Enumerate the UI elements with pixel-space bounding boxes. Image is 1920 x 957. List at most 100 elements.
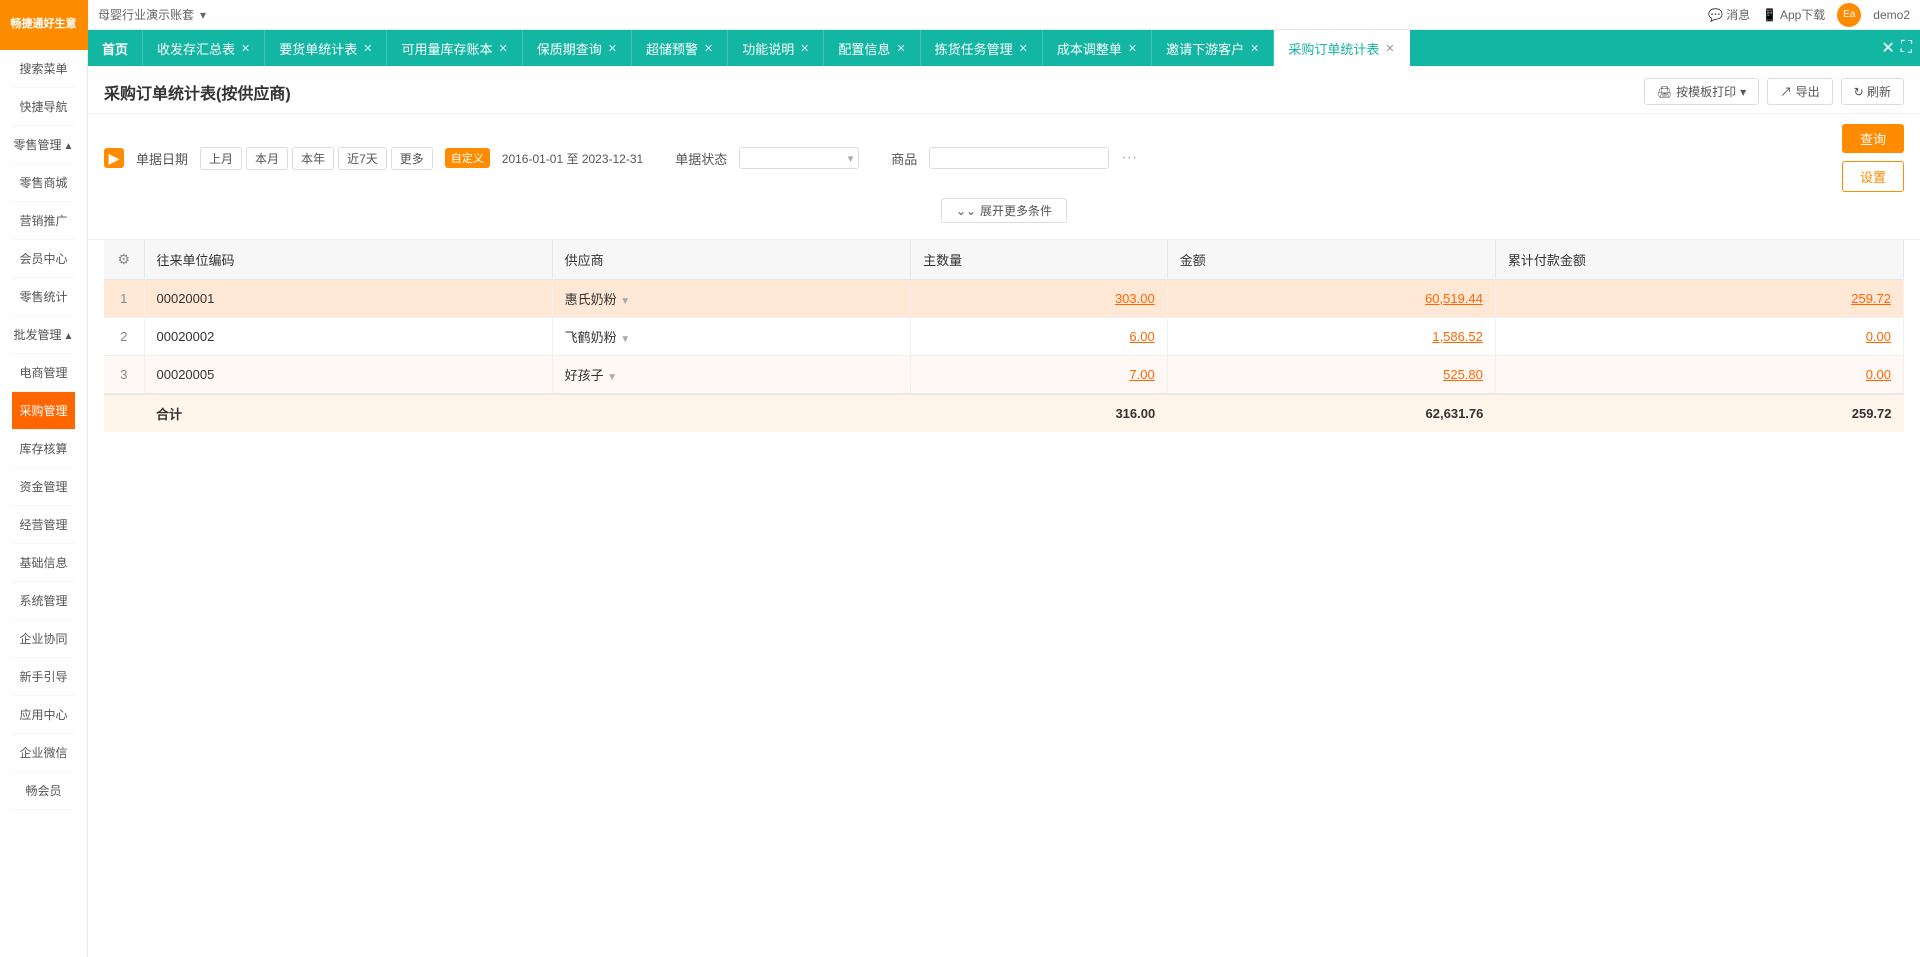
sidebar-arrow-2: ▲ bbox=[64, 141, 74, 152]
maximize-tab-button[interactable]: ⛶ bbox=[1901, 39, 1912, 57]
nav-tab-0[interactable]: 首页 bbox=[88, 30, 143, 66]
settings-button[interactable]: 设置 bbox=[1842, 161, 1904, 192]
status-select-wrap bbox=[739, 147, 859, 169]
sidebar-item-11[interactable]: 资金管理 bbox=[12, 468, 76, 506]
nav-tab-11[interactable]: 采购订单统计表✕ bbox=[1274, 30, 1409, 66]
nav-tab-8[interactable]: 拣货任务管理✕ bbox=[921, 30, 1043, 66]
sidebar-item-label-1: 快捷导航 bbox=[19, 100, 67, 114]
print-icon: 🖨 bbox=[1657, 85, 1672, 99]
sidebar-item-label-19: 畅会员 bbox=[25, 784, 61, 798]
nav-tab-6[interactable]: 功能说明✕ bbox=[728, 30, 824, 66]
row-qty[interactable]: 303.00 bbox=[911, 280, 1168, 318]
sidebar-item-3[interactable]: 零售商城 bbox=[12, 164, 76, 202]
row-index: 3 bbox=[104, 356, 144, 395]
nav-tab-close-4[interactable]: ✕ bbox=[608, 42, 617, 55]
date-btn-this-year[interactable]: 本年 bbox=[292, 147, 334, 170]
date-btn-last-month[interactable]: 上月 bbox=[200, 147, 242, 170]
date-btn-more[interactable]: 更多 bbox=[391, 147, 433, 170]
row-paid[interactable]: 0.00 bbox=[1495, 356, 1903, 395]
sidebar-item-4[interactable]: 营销推广 bbox=[12, 202, 76, 240]
message-button[interactable]: 💬 消息 bbox=[1708, 6, 1750, 23]
sidebar-item-9[interactable]: 采购管理 bbox=[12, 392, 76, 430]
sidebar-item-label-9: 采购管理 bbox=[19, 404, 67, 418]
nav-tab-9[interactable]: 成本调整单✕ bbox=[1043, 30, 1152, 66]
row-expand-icon[interactable]: ▼ bbox=[607, 372, 617, 383]
row-expand-icon[interactable]: ▼ bbox=[620, 296, 630, 307]
nav-tabs-end: ✕ ⛶ bbox=[1881, 38, 1920, 58]
refresh-button[interactable]: ↻ 刷新 bbox=[1841, 78, 1904, 105]
row-amount[interactable]: 60,519.44 bbox=[1167, 280, 1495, 318]
sidebar-item-18[interactable]: 企业微信 bbox=[12, 734, 76, 772]
nav-tab-4[interactable]: 保质期查询✕ bbox=[523, 30, 632, 66]
col-amount: 金额 bbox=[1167, 240, 1495, 280]
main-area: 母婴行业演示账套 ▾ 💬 消息 📱 App下载 Ea demo2 首页收发存汇总… bbox=[88, 0, 1920, 957]
sidebar-item-2[interactable]: 零售管理▲ bbox=[12, 126, 76, 164]
sidebar-item-10[interactable]: 库存核算 bbox=[12, 430, 76, 468]
nav-tab-close-9[interactable]: ✕ bbox=[1128, 42, 1137, 55]
row-qty[interactable]: 6.00 bbox=[911, 318, 1168, 356]
sidebar-item-label-6: 零售统计 bbox=[19, 290, 67, 304]
sidebar-item-label-15: 企业协同 bbox=[19, 632, 67, 646]
filter-toggle-button[interactable]: ▶ bbox=[104, 148, 124, 168]
col-code: 往来单位编码 bbox=[144, 240, 552, 280]
sidebar-item-16[interactable]: 新手引导 bbox=[12, 658, 76, 696]
user-avatar: Ea bbox=[1837, 3, 1861, 27]
sidebar-item-0[interactable]: 搜索菜单 bbox=[12, 50, 76, 88]
workspace-dropdown-icon[interactable]: ▾ bbox=[200, 8, 206, 22]
goods-more-options[interactable]: ··· bbox=[1121, 149, 1137, 167]
date-btn-this-month[interactable]: 本月 bbox=[246, 147, 288, 170]
status-select[interactable] bbox=[739, 147, 859, 169]
sidebar-item-8[interactable]: 电商管理 bbox=[12, 354, 76, 392]
row-expand-icon[interactable]: ▼ bbox=[620, 334, 630, 345]
sidebar-item-12[interactable]: 经营管理 bbox=[12, 506, 76, 544]
nav-tab-7[interactable]: 配置信息✕ bbox=[824, 30, 920, 66]
nav-tab-10[interactable]: 邀请下游客户✕ bbox=[1152, 30, 1274, 66]
footer-empty-2 bbox=[552, 394, 911, 432]
custom-date-tag: 自定义 bbox=[445, 148, 490, 168]
sidebar-item-17[interactable]: 应用中心 bbox=[12, 696, 76, 734]
nav-tab-close-10[interactable]: ✕ bbox=[1250, 42, 1259, 55]
nav-tab-close-5[interactable]: ✕ bbox=[704, 42, 713, 55]
nav-tab-close-1[interactable]: ✕ bbox=[241, 42, 250, 55]
sidebar-item-6[interactable]: 零售统计 bbox=[12, 278, 76, 316]
nav-tab-close-11[interactable]: ✕ bbox=[1385, 42, 1394, 55]
column-settings-icon[interactable]: ⚙ bbox=[117, 251, 130, 267]
nav-tab-1[interactable]: 收发存汇总表 ✕ bbox=[143, 30, 265, 66]
sidebar-item-7[interactable]: 批发管理▲ bbox=[12, 316, 76, 354]
nav-tab-close-6[interactable]: ✕ bbox=[800, 42, 809, 55]
app-download-button[interactable]: 📱 App下载 bbox=[1762, 6, 1825, 23]
nav-tab-5[interactable]: 超储预警✕ bbox=[632, 30, 728, 66]
table-row[interactable]: 1 00020001 惠氏奶粉 ▼ 303.00 60,519.44 259.7… bbox=[104, 280, 1904, 318]
sidebar-item-19[interactable]: 畅会员 bbox=[12, 772, 76, 810]
goods-search-input[interactable] bbox=[929, 147, 1109, 169]
top-bar-right: 💬 消息 📱 App下载 Ea demo2 bbox=[1708, 3, 1910, 27]
nav-tab-close-2[interactable]: ✕ bbox=[363, 42, 372, 55]
row-paid[interactable]: 259.72 bbox=[1495, 280, 1903, 318]
workspace-selector[interactable]: 母婴行业演示账套 ▾ bbox=[98, 6, 206, 23]
print-button[interactable]: 🖨 按模板打印 ▾ bbox=[1644, 78, 1759, 105]
sidebar-item-5[interactable]: 会员中心 bbox=[12, 240, 76, 278]
close-tab-button[interactable]: ✕ bbox=[1881, 38, 1894, 58]
row-qty[interactable]: 7.00 bbox=[911, 356, 1168, 395]
sidebar-item-15[interactable]: 企业协同 bbox=[12, 620, 76, 658]
page-header: 采购订单统计表(按供应商) 🖨 按模板打印 ▾ ↗ 导出 ↻ 刷新 bbox=[88, 66, 1920, 114]
row-paid[interactable]: 0.00 bbox=[1495, 318, 1903, 356]
expand-filter-button[interactable]: ⌄⌄ 展开更多条件 bbox=[941, 198, 1067, 223]
nav-tab-close-3[interactable]: ✕ bbox=[499, 42, 508, 55]
sidebar-item-13[interactable]: 基础信息 bbox=[12, 544, 76, 582]
query-button[interactable]: 查询 bbox=[1842, 124, 1904, 153]
row-amount[interactable]: 525.80 bbox=[1167, 356, 1495, 395]
print-dropdown-icon[interactable]: ▾ bbox=[1740, 85, 1746, 99]
table-row[interactable]: 3 00020005 好孩子 ▼ 7.00 525.80 0.00 bbox=[104, 356, 1904, 395]
sidebar-item-1[interactable]: 快捷导航 bbox=[12, 88, 76, 126]
row-amount[interactable]: 1,586.52 bbox=[1167, 318, 1495, 356]
nav-tab-3[interactable]: 可用量库存账本✕ bbox=[387, 30, 522, 66]
nav-tab-label-1: 收发存汇总表 bbox=[157, 39, 235, 58]
table-row[interactable]: 2 00020002 飞鹤奶粉 ▼ 6.00 1,586.52 0.00 bbox=[104, 318, 1904, 356]
nav-tab-2[interactable]: 要货单统计表✕ bbox=[265, 30, 387, 66]
nav-tab-close-8[interactable]: ✕ bbox=[1019, 42, 1028, 55]
export-button[interactable]: ↗ 导出 bbox=[1767, 78, 1832, 105]
sidebar-item-14[interactable]: 系统管理 bbox=[12, 582, 76, 620]
date-btn-7days[interactable]: 近7天 bbox=[338, 147, 387, 170]
nav-tab-close-7[interactable]: ✕ bbox=[896, 42, 905, 55]
